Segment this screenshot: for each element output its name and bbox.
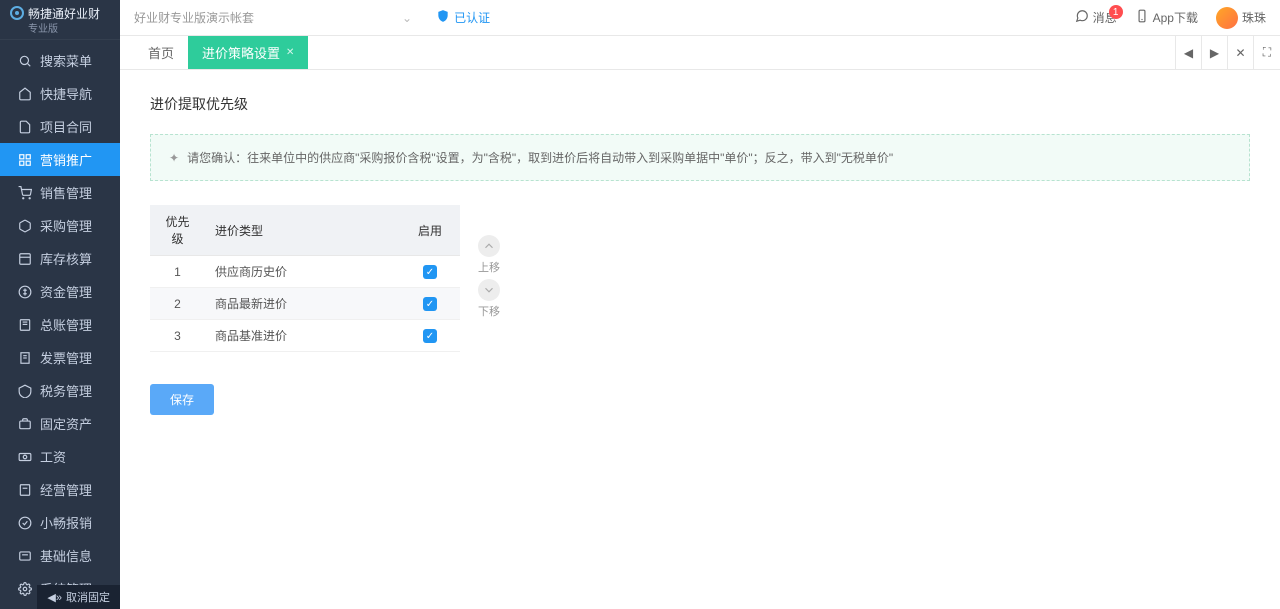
move-up-label: 上移 <box>478 259 500 275</box>
doc-icon <box>18 120 32 134</box>
sidebar-item-11[interactable]: 固定资产 <box>0 407 120 440</box>
sidebar-item-2[interactable]: 项目合同 <box>0 110 120 143</box>
money-icon <box>18 285 32 299</box>
brand-edition: 专业版 <box>28 20 120 35</box>
checkbox-enabled[interactable]: ✓ <box>423 265 437 279</box>
move-up-button[interactable] <box>478 235 500 257</box>
tab-price-strategy[interactable]: 进价策略设置 ✕ <box>188 36 308 69</box>
info-banner: ✦ 请您确认：往来单位中的供应商"采购报价含税"设置，为"含税"，取到进价后将自… <box>150 134 1250 181</box>
col-type: 进价类型 <box>205 205 400 256</box>
move-down-label: 下移 <box>478 303 500 319</box>
col-priority: 优先级 <box>150 205 205 256</box>
sidebar-brand: 畅捷通好业财 专业版 <box>0 0 120 40</box>
table-row[interactable]: 3商品基准进价✓ <box>150 320 460 352</box>
table-row[interactable]: 1供应商历史价✓ <box>150 256 460 288</box>
account-selector[interactable]: 好业财专业版演示帐套 ⌄ <box>134 9 412 26</box>
messages-badge: 1 <box>1109 5 1123 19</box>
download-button[interactable]: App下载 <box>1135 9 1198 26</box>
biz-icon <box>18 483 32 497</box>
checkbox-enabled[interactable]: ✓ <box>423 297 437 311</box>
priority-table: 优先级 进价类型 启用 1供应商历史价✓2商品最新进价✓3商品基准进价✓ <box>150 205 460 352</box>
sidebar-menu: 搜索菜单快捷导航项目合同营销推广销售管理采购管理库存核算资金管理总账管理发票管理… <box>0 40 120 609</box>
move-down-button[interactable] <box>478 279 500 301</box>
info-icon <box>18 549 32 563</box>
invoice-icon <box>18 351 32 365</box>
messages-button[interactable]: 消息 1 <box>1075 9 1117 26</box>
shield-icon <box>436 9 450 26</box>
tab-close-all-button[interactable]: ✕ <box>1228 36 1254 69</box>
sidebar: 畅捷通好业财 专业版 搜索菜单快捷导航项目合同营销推广销售管理采购管理库存核算资… <box>0 0 120 609</box>
sidebar-item-10[interactable]: 税务管理 <box>0 374 120 407</box>
close-icon[interactable]: ✕ <box>286 47 294 58</box>
avatar <box>1216 7 1238 29</box>
sidebar-item-5[interactable]: 采购管理 <box>0 209 120 242</box>
chat-icon <box>1075 9 1089 26</box>
box-icon <box>18 219 32 233</box>
sidebar-item-13[interactable]: 经营管理 <box>0 473 120 506</box>
tab-bar: 首页 进价策略设置 ✕ ◀ ▶ ✕ ⛶ <box>120 36 1280 70</box>
save-button[interactable]: 保存 <box>150 384 214 415</box>
tab-next-button[interactable]: ▶ <box>1202 36 1228 69</box>
verified-badge: 已认证 <box>436 9 490 26</box>
tax-icon <box>18 384 32 398</box>
speaker-icon: ◀» <box>47 591 62 604</box>
sidebar-item-9[interactable]: 发票管理 <box>0 341 120 374</box>
sidebar-pin-toggle[interactable]: ◀» 取消固定 <box>37 585 120 609</box>
tab-home[interactable]: 首页 <box>134 36 188 69</box>
asset-icon <box>18 417 32 431</box>
content: 进价提取优先级 ✦ 请您确认：往来单位中的供应商"采购报价含税"设置，为"含税"… <box>120 70 1280 609</box>
top-header: 好业财专业版演示帐套 ⌄ 已认证 消息 1 <box>120 0 1280 36</box>
sidebar-item-12[interactable]: 工资 <box>0 440 120 473</box>
grid-icon <box>18 153 32 167</box>
user-menu[interactable]: 珠珠 <box>1216 7 1266 29</box>
col-enabled: 启用 <box>400 205 460 256</box>
checkbox-enabled[interactable]: ✓ <box>423 329 437 343</box>
home-icon <box>18 87 32 101</box>
cart-icon <box>18 186 32 200</box>
sparkle-icon: ✦ <box>169 151 179 165</box>
page-title: 进价提取优先级 <box>150 94 1250 114</box>
ledger-icon <box>18 318 32 332</box>
table-row[interactable]: 2商品最新进价✓ <box>150 288 460 320</box>
fullscreen-button[interactable]: ⛶ <box>1254 36 1280 69</box>
sidebar-item-7[interactable]: 资金管理 <box>0 275 120 308</box>
chevron-down-icon: ⌄ <box>402 11 412 25</box>
salary-icon <box>18 450 32 464</box>
sidebar-item-3[interactable]: 营销推广 <box>0 143 120 176</box>
search-icon <box>18 54 32 68</box>
brand-logo-icon <box>10 6 24 20</box>
phone-icon <box>1135 9 1149 26</box>
tab-prev-button[interactable]: ◀ <box>1176 36 1202 69</box>
reimburse-icon <box>18 516 32 530</box>
sidebar-item-6[interactable]: 库存核算 <box>0 242 120 275</box>
sys-icon <box>18 582 32 596</box>
sidebar-item-8[interactable]: 总账管理 <box>0 308 120 341</box>
stock-icon <box>18 252 32 266</box>
sidebar-item-4[interactable]: 销售管理 <box>0 176 120 209</box>
sidebar-item-14[interactable]: 小畅报销 <box>0 506 120 539</box>
sidebar-item-15[interactable]: 基础信息 <box>0 539 120 572</box>
sidebar-item-1[interactable]: 快捷导航 <box>0 77 120 110</box>
sidebar-item-0[interactable]: 搜索菜单 <box>0 44 120 77</box>
